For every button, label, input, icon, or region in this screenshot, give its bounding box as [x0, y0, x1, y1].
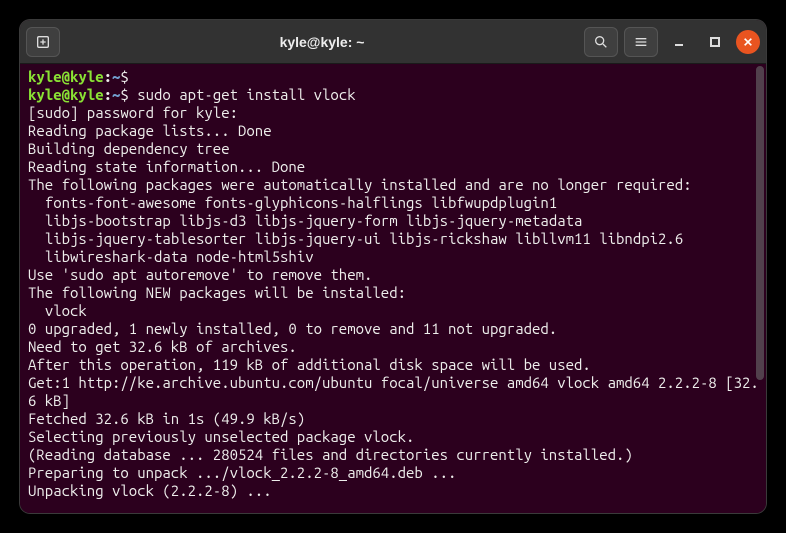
output-line: Get:1 http://ke.archive.ubuntu.com/ubunt… [28, 374, 759, 409]
titlebar-right [584, 27, 760, 57]
prompt-colon: : [104, 68, 112, 85]
prompt-symbol: $ [120, 86, 128, 103]
command-line-2: sudo apt-get install vlock [137, 86, 355, 103]
output-line: vlock [28, 302, 87, 319]
output-line: libjs-jquery-tablesorter libjs-jquery-ui… [28, 230, 683, 247]
output-line: Reading package lists... Done [28, 122, 272, 139]
output-line: [sudo] password for kyle: [28, 104, 238, 121]
minimize-button[interactable] [664, 27, 694, 57]
scrollbar[interactable] [756, 66, 764, 380]
output-line: After this operation, 119 kB of addition… [28, 356, 591, 373]
prompt-user: kyle@kyle [28, 86, 104, 103]
window-title: kyle@kyle: ~ [66, 34, 578, 50]
output-line: 0 upgraded, 1 newly installed, 0 to remo… [28, 320, 557, 337]
output-line: The following NEW packages will be insta… [28, 284, 406, 301]
output-line: Fetched 32.6 kB in 1s (49.9 kB/s) [28, 410, 305, 427]
prompt-user: kyle@kyle [28, 68, 104, 85]
output-line: Selecting previously unselected package … [28, 428, 414, 445]
output-line: Need to get 32.6 kB of archives. [28, 338, 297, 355]
output-line: Preparing to unpack .../vlock_2.2.2-8_am… [28, 464, 456, 481]
menu-button[interactable] [624, 27, 658, 57]
maximize-button[interactable] [700, 27, 730, 57]
search-button[interactable] [584, 27, 618, 57]
output-line: libwireshark-data node-html5shiv [28, 248, 314, 265]
titlebar: kyle@kyle: ~ [20, 20, 766, 64]
output-line: fonts-font-awesome fonts-glyphicons-half… [28, 194, 557, 211]
terminal-window: kyle@kyle: ~ kyle@kyle:~$ kyle@kyle:~$ s… [20, 20, 766, 513]
output-line: Building dependency tree [28, 140, 230, 157]
output-line: Unpacking vlock (2.2.2-8) ... [28, 482, 272, 499]
prompt-colon: : [104, 86, 112, 103]
output-line: (Reading database ... 280524 files and d… [28, 446, 633, 463]
output-line: libjs-bootstrap libjs-d3 libjs-jquery-fo… [28, 212, 582, 229]
output-line: Use 'sudo apt autoremove' to remove them… [28, 266, 372, 283]
new-tab-button[interactable] [26, 27, 60, 57]
prompt-symbol: $ [120, 68, 128, 85]
terminal-body[interactable]: kyle@kyle:~$ kyle@kyle:~$ sudo apt-get i… [20, 64, 766, 513]
close-button[interactable] [736, 30, 760, 54]
output-line: The following packages were automaticall… [28, 176, 692, 193]
output-line: Reading state information... Done [28, 158, 305, 175]
